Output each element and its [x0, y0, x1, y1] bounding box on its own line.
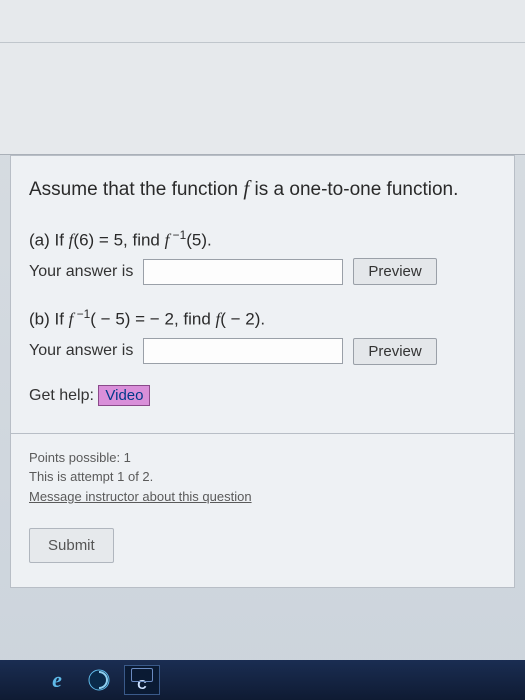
logitech-icon[interactable]	[82, 665, 116, 695]
answer-label-a: Your answer is	[29, 263, 133, 281]
points-possible: Points possible: 1	[29, 448, 496, 468]
question-meta: Points possible: 1 This is attempt 1 of …	[29, 448, 496, 507]
question-card: Assume that the function f is a one-to-o…	[10, 155, 515, 588]
part-a-answer-row: Your answer is Preview	[29, 258, 496, 285]
internet-explorer-icon[interactable]: e	[40, 665, 74, 695]
attempt-info: This is attempt 1 of 2.	[29, 467, 496, 487]
part-b: (b) If f −1( − 5) = − 2, find f( − 2). Y…	[29, 307, 496, 365]
answer-input-b[interactable]	[143, 338, 343, 364]
answer-label-b: Your answer is	[29, 342, 133, 360]
video-link[interactable]: Video	[98, 385, 150, 406]
get-help-row: Get help: Video	[29, 387, 496, 405]
part-b-statement: (b) If f −1( − 5) = − 2, find f( − 2).	[29, 307, 496, 330]
page-header-region	[0, 0, 525, 155]
message-instructor-link[interactable]: Message instructor about this question	[29, 489, 252, 504]
part-a: (a) If f(6) = 5, find f −1(5). Your answ…	[29, 228, 496, 286]
prompt-text-post: is a one-to-one function.	[249, 179, 458, 200]
answer-input-a[interactable]	[143, 259, 343, 285]
part-a-statement: (a) If f(6) = 5, find f −1(5).	[29, 228, 496, 251]
c-app-icon[interactable]: C	[124, 665, 160, 695]
question-prompt: Assume that the function f is a one-to-o…	[29, 174, 496, 204]
swirl-icon	[87, 668, 111, 692]
divider	[11, 433, 514, 434]
submit-button[interactable]: Submit	[29, 528, 114, 563]
taskbar: e C	[0, 660, 525, 700]
part-b-answer-row: Your answer is Preview	[29, 338, 496, 365]
get-help-label: Get help:	[29, 387, 94, 404]
preview-button-a[interactable]: Preview	[353, 258, 436, 285]
prompt-text-pre: Assume that the function	[29, 179, 243, 200]
preview-button-b[interactable]: Preview	[353, 338, 436, 365]
